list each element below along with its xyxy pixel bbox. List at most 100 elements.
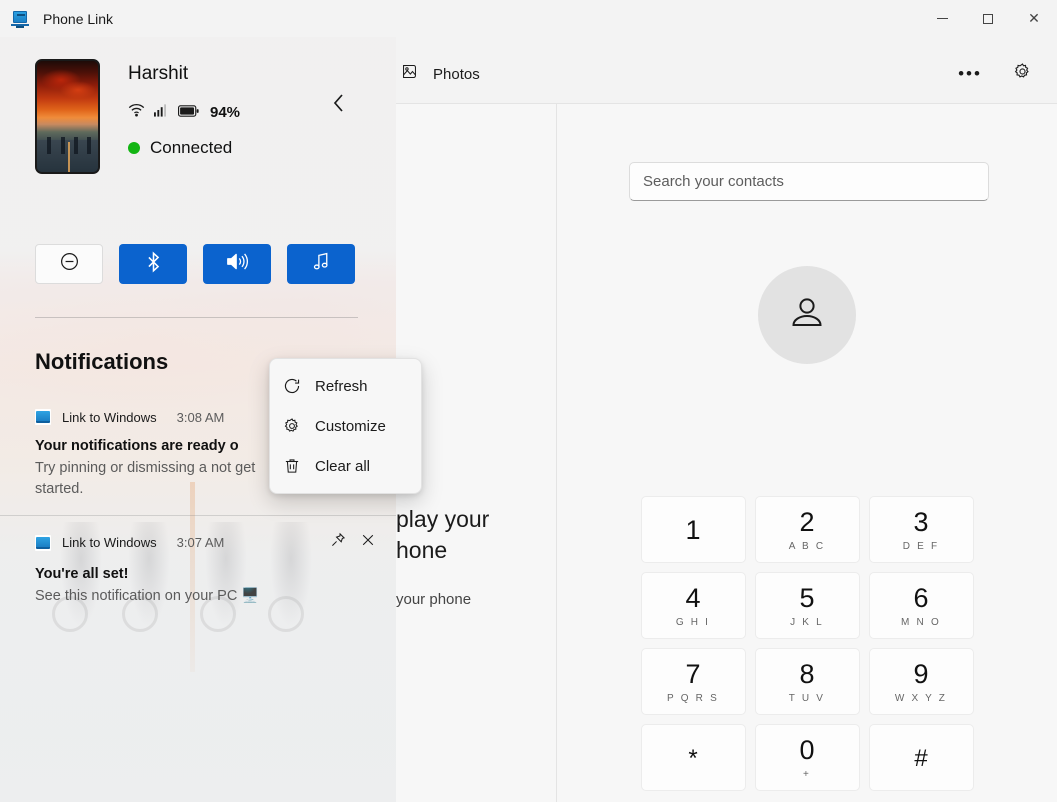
pane-header-actions: ••• [953,58,1057,90]
minimize-icon [936,18,948,19]
notification-header: Link to Windows 3:07 AM [35,532,376,553]
trash-icon [282,457,301,476]
dialpad-key-letters: T U V [788,693,826,704]
close-button[interactable]: ✕ [1011,0,1057,37]
pin-icon[interactable] [330,532,346,553]
background-heading: play your hone [396,506,490,564]
notification-app-name: Link to Windows [62,535,157,551]
back-button[interactable] [322,89,354,121]
status-dot [128,142,140,154]
avatar [758,266,856,364]
dialpad-key-7[interactable]: 7 P Q R S [640,648,746,715]
connection-status: Connected [128,138,240,158]
phone-wallpaper-thumbnail[interactable] [35,59,100,174]
sidebar-divider [35,317,358,318]
dialpad-key-letters: D E F [902,541,940,552]
dialpad: 1 2 A B C 3 D E F 4 G H I 5 J K L 6 M N O 7 P Q R S 8… [557,496,1057,791]
phone-link-window: Phone Link ✕ Photos ••• play your hone y… [0,0,1057,802]
dialpad-key-number: 6 [913,583,929,613]
dialpad-key-number: 3 [913,507,929,537]
dialpad-key-3[interactable]: 3 D E F [868,496,974,563]
music-note-icon [311,251,332,277]
dialpad-key-number: * [688,744,698,772]
context-menu-item-clear-all[interactable]: Clear all [270,446,421,486]
dialpad-key-number: 7 [685,659,701,689]
dialpad-key-letters: A B C [788,541,826,552]
notification-time: 3:07 AM [176,535,225,551]
quick-action-do-not-disturb[interactable] [35,244,103,284]
dialpad-key-letters: + [802,769,812,780]
minimize-button[interactable] [919,0,965,37]
dialpad-key-letters: P Q R S [667,693,719,704]
dialpad-key-number: 8 [799,659,815,689]
dialpad-key-8[interactable]: 8 T U V [754,648,860,715]
dialpad-key-number: 4 [685,583,701,613]
dialpad-key-number: 1 [685,515,701,545]
dialpad-key-number: 5 [799,583,815,613]
gear-icon [1013,62,1032,86]
dialpad-key-4[interactable]: 4 G H I [640,572,746,639]
right-pane: Photos ••• play your hone your phone Sea… [396,0,1057,802]
dialpad-key-1[interactable]: 1 [640,496,746,563]
notification-body: Try pinning or dismissing a not get star… [35,460,256,497]
context-menu-item-refresh[interactable]: Refresh [270,366,421,406]
dialpad-key-0[interactable]: 0 + [754,724,860,791]
photos-icon [401,63,418,85]
link-to-windows-icon [35,534,51,551]
notification-item[interactable]: Link to Windows 3:07 AM You're all set! See… [0,515,396,623]
contact-avatar-wrap [557,266,1057,364]
context-menu-item-label: Refresh [315,377,368,395]
dialpad-key-number: 0 [799,735,815,765]
dialpad-key-2[interactable]: 2 A B C [754,496,860,563]
wifi-icon [128,103,145,122]
dialpad-key-hash[interactable]: # [868,724,974,791]
dialpad-key-6[interactable]: 6 M N O [868,572,974,639]
dialpad-key-number: 9 [913,659,929,689]
dialpad-key-5[interactable]: 5 J K L [754,572,860,639]
dialpad-key-letters: G H I [675,617,711,628]
maximize-button[interactable] [965,0,1011,37]
notification-actions [330,532,376,553]
dialpad-key-number: 2 [799,507,815,537]
cellular-signal-icon [154,103,169,122]
quick-action-music[interactable] [287,244,355,284]
window-controls: ✕ [919,0,1057,37]
dialpad-key-letters: W X Y Z [894,693,948,704]
bluetooth-icon [144,251,163,278]
link-to-windows-icon [35,409,51,425]
notification-body: See this notification on your PC 🖥️ [35,588,260,605]
dialpad-key-letters: M N O [901,617,941,628]
notifications-context-menu: Refresh Customize Clear all [269,358,422,494]
settings-button[interactable] [1005,58,1039,90]
close-icon[interactable] [360,532,376,553]
phone-link-icon [11,10,29,28]
device-status-icons: 94% [128,103,240,122]
status-text: Connected [150,138,233,157]
dialpad-key-star[interactable]: * [640,724,746,791]
dialpad-row: 4 G H I 5 J K L 6 M N O [640,572,974,639]
dialpad-key-9[interactable]: 9 W X Y Z [868,648,974,715]
dialpad-key-letters: J K L [790,617,824,628]
quick-action-volume[interactable] [203,244,271,284]
pane-body: play your hone your phone Search your co… [396,103,1057,802]
battery-percent: 94% [210,104,241,121]
dialpad-row: * 0 + # [640,724,974,791]
quick-action-bluetooth[interactable] [119,244,187,284]
maximize-icon [983,13,993,24]
gear-icon [282,417,301,436]
tab-photos[interactable]: Photos [401,63,480,85]
pane-more-button[interactable]: ••• [953,58,987,90]
person-icon [785,291,829,340]
quick-actions [35,244,355,284]
title-bar: Phone Link ✕ [0,0,1057,37]
context-menu-item-customize[interactable]: Customize [270,406,421,446]
do-not-disturb-icon [59,251,80,277]
tab-photos-label: Photos [433,65,480,83]
window-title: Phone Link [43,10,114,27]
pane-right-column: Search your contacts 1 2 A B C 3 D E F 4 G H I… [557,104,1057,802]
notification-app-name: Link to Windows [62,409,157,425]
search-placeholder: Search your contacts [643,173,784,190]
search-contacts-input[interactable]: Search your contacts [629,162,989,201]
battery-icon [178,104,199,122]
notification-time: 3:08 AM [176,409,225,425]
